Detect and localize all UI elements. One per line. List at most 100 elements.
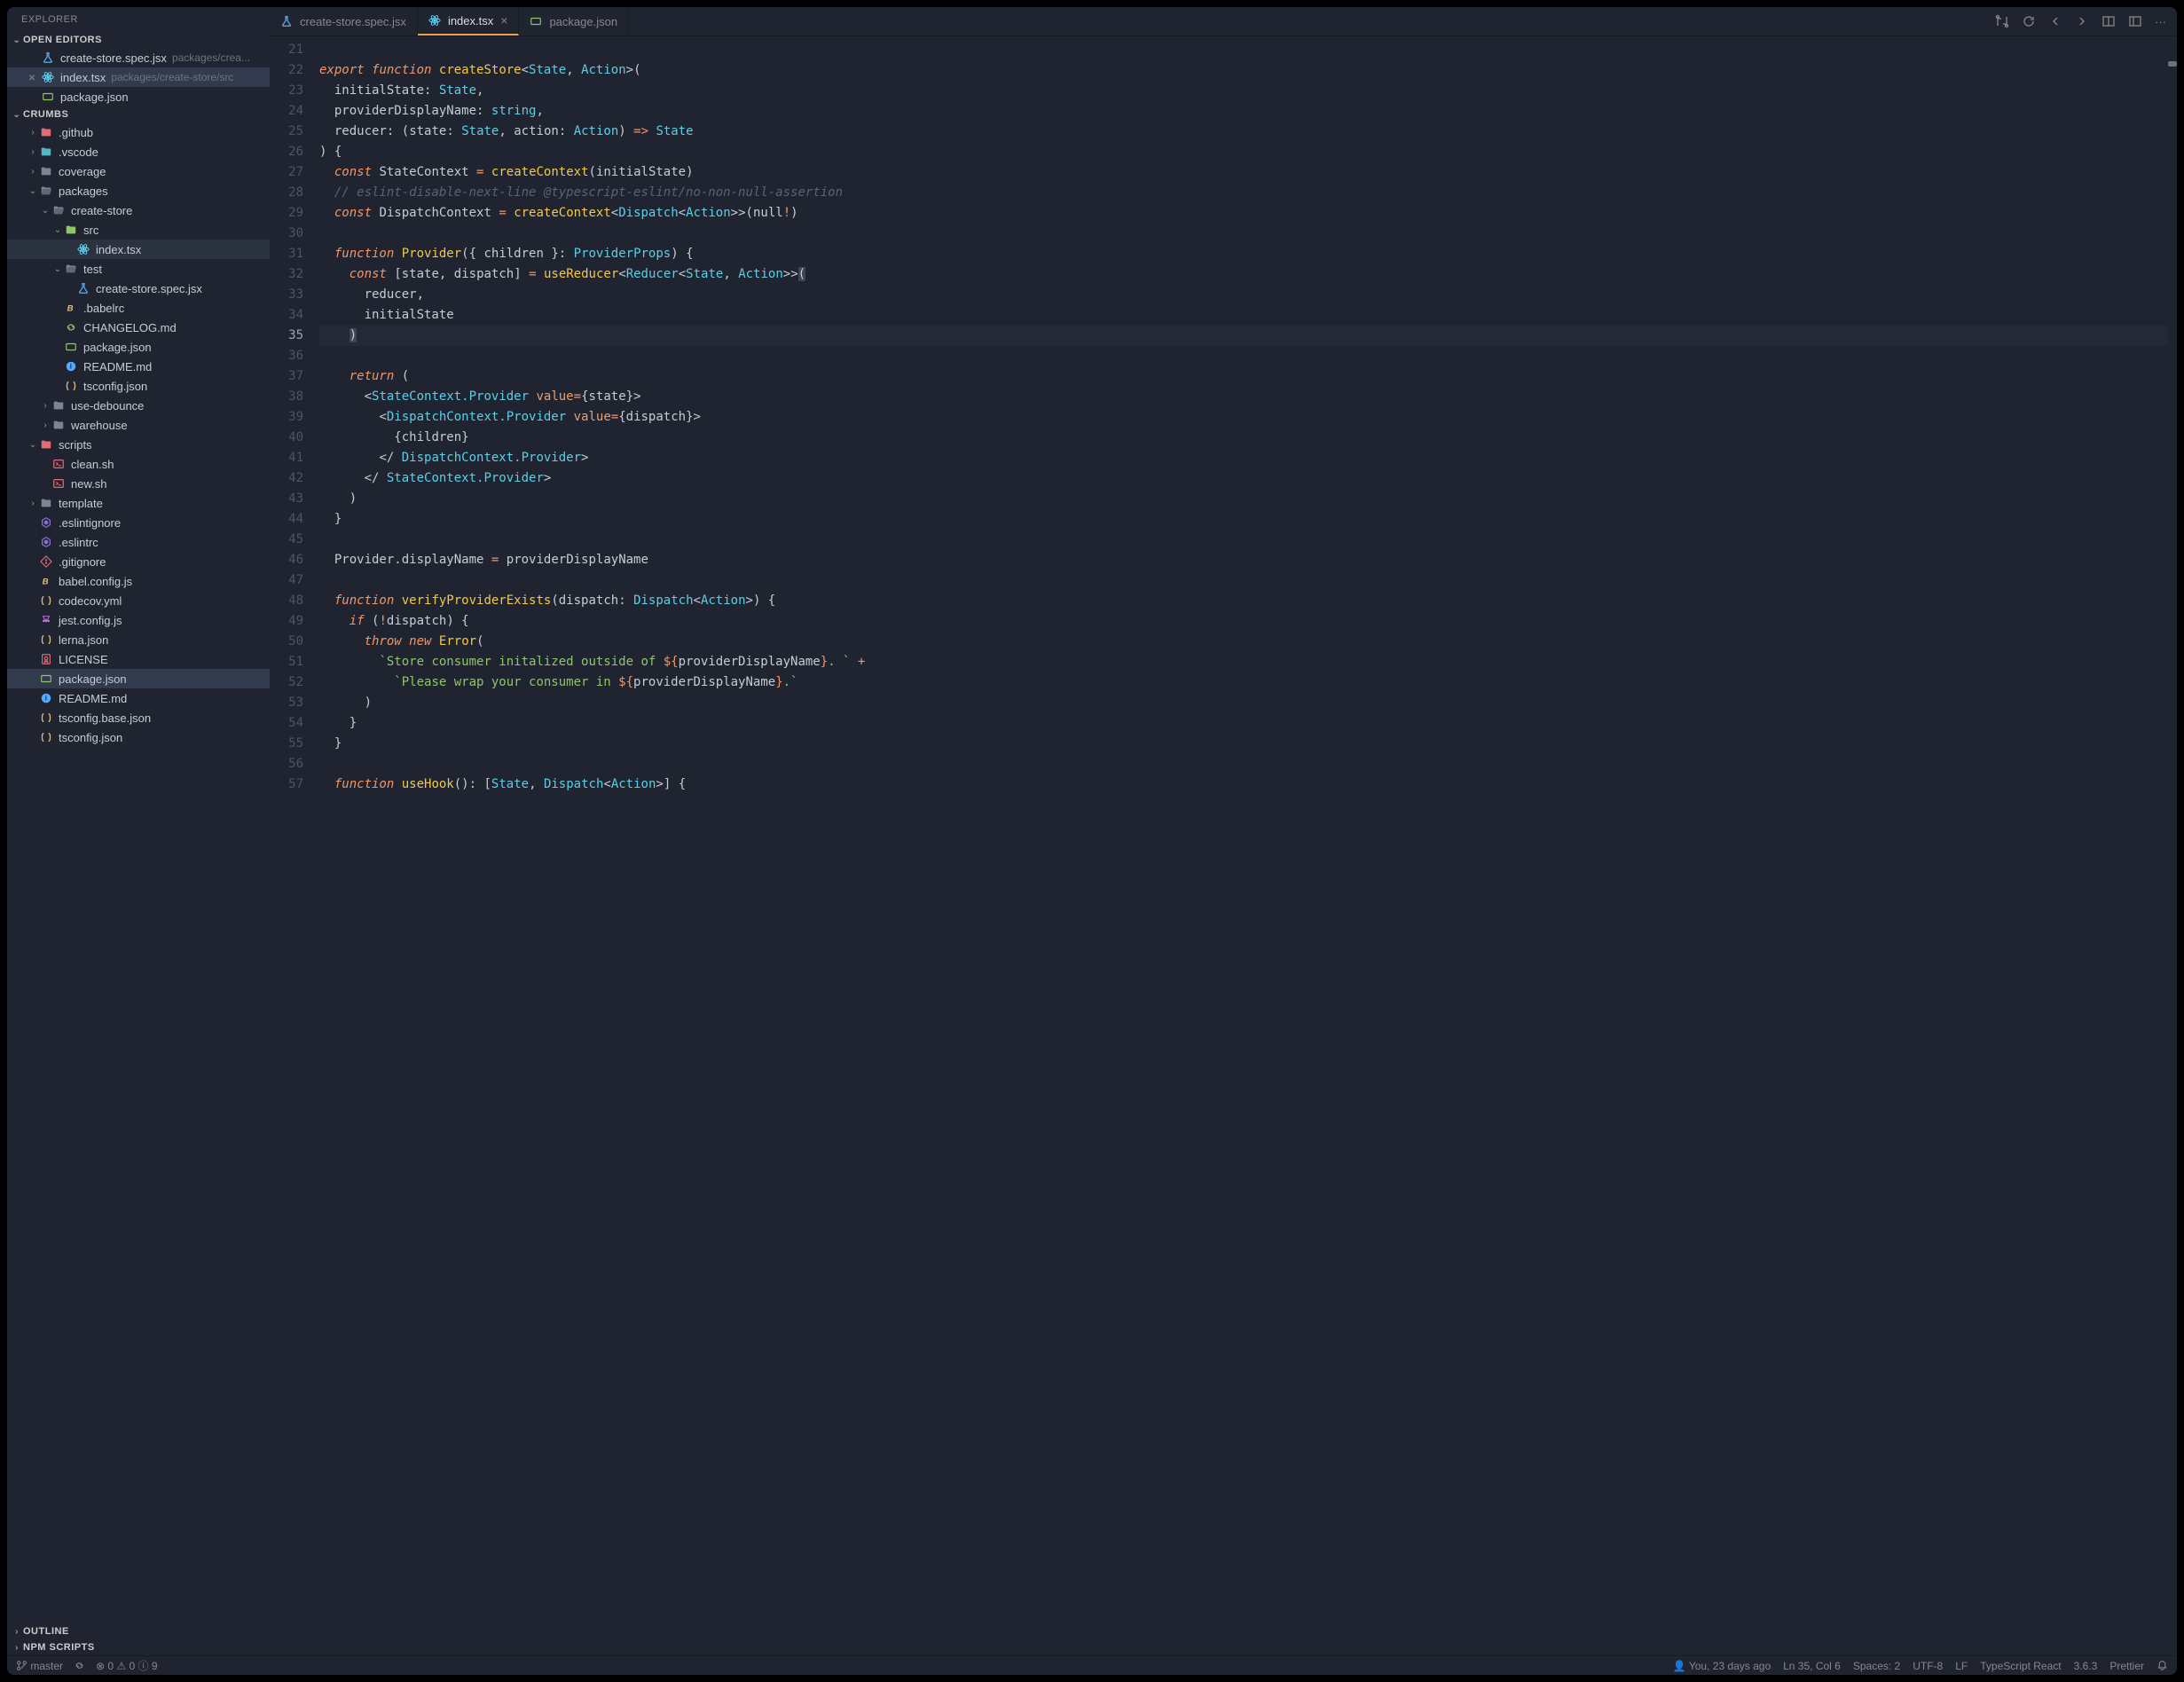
code-line[interactable]: export function createStore<State, Actio… [319, 60, 2168, 81]
tree-item[interactable]: clean.sh [7, 454, 270, 474]
code-line[interactable]: initialState: State, [319, 81, 2168, 101]
code-line[interactable] [319, 754, 2168, 774]
code-line[interactable]: const StateContext = createContext(initi… [319, 162, 2168, 183]
code-line[interactable]: } [319, 713, 2168, 734]
tree-item[interactable]: package.json [7, 669, 270, 688]
tree-item[interactable]: codecov.yml [7, 591, 270, 610]
editor-tab[interactable]: package.json [519, 7, 629, 35]
layout-icon[interactable] [2128, 14, 2142, 28]
code-line[interactable] [319, 570, 2168, 591]
prev-change-icon[interactable] [2048, 14, 2062, 28]
prettier-status[interactable]: Prettier [2109, 1660, 2144, 1672]
close-icon[interactable]: × [25, 70, 39, 84]
code-line[interactable] [319, 346, 2168, 366]
sync-status[interactable] [74, 1660, 85, 1672]
tree-item[interactable]: package.json [7, 337, 270, 357]
code-line[interactable]: reducer, [319, 285, 2168, 305]
code-line[interactable]: ) [319, 693, 2168, 713]
compare-icon[interactable] [1995, 14, 2009, 28]
code-line[interactable]: return ( [319, 366, 2168, 387]
minimap-thumb[interactable] [2168, 61, 2177, 67]
code-line[interactable]: // eslint-disable-next-line @typescript-… [319, 183, 2168, 203]
code-line[interactable]: function verifyProviderExists(dispatch: … [319, 591, 2168, 611]
branch-status[interactable]: master [16, 1660, 63, 1672]
tree-item[interactable]: .gitignore [7, 552, 270, 571]
code-line[interactable]: const [state, dispatch] = useReducer<Red… [319, 264, 2168, 285]
refresh-icon[interactable] [2022, 14, 2036, 28]
code-line[interactable]: `Please wrap your consumer in ${provider… [319, 672, 2168, 693]
open-editors-section[interactable]: ⌄ OPEN EDITORS [7, 32, 270, 48]
code-content[interactable]: export function createStore<State, Actio… [319, 36, 2168, 1655]
bell-icon[interactable] [2157, 1660, 2168, 1671]
more-icon[interactable]: ··· [2155, 15, 2166, 28]
tree-item[interactable]: tsconfig.json [7, 376, 270, 396]
tree-item[interactable]: .eslintrc [7, 532, 270, 552]
editor-tab[interactable]: create-store.spec.jsx [270, 7, 418, 35]
tree-item[interactable]: ⌄src [7, 220, 270, 240]
next-change-icon[interactable] [2075, 14, 2089, 28]
code-line[interactable]: reducer: (state: State, action: Action) … [319, 122, 2168, 142]
open-editor-item[interactable]: create-store.spec.jsxpackages/crea... [7, 48, 270, 67]
tree-item[interactable]: ⌄test [7, 259, 270, 279]
tree-item[interactable]: B.babelrc [7, 298, 270, 318]
workspace-section[interactable]: ⌄ CRUMBS [7, 106, 270, 122]
tree-item[interactable]: iREADME.md [7, 357, 270, 376]
code-line[interactable]: </ StateContext.Provider> [319, 468, 2168, 489]
tree-item[interactable]: tsconfig.base.json [7, 708, 270, 727]
tree-item[interactable]: ›coverage [7, 161, 270, 181]
tree-item[interactable]: ›template [7, 493, 270, 513]
tree-item[interactable]: Bbabel.config.js [7, 571, 270, 591]
tree-item[interactable]: ›use-debounce [7, 396, 270, 415]
tree-item[interactable]: create-store.spec.jsx [7, 279, 270, 298]
problems-status[interactable]: ⊗ 0 ⚠ 0 ⓘ 9 [96, 1658, 158, 1673]
tree-item[interactable]: iREADME.md [7, 688, 270, 708]
code-line[interactable]: <StateContext.Provider value={state}> [319, 387, 2168, 407]
tree-item[interactable]: LICENSE [7, 649, 270, 669]
code-line[interactable]: <DispatchContext.Provider value={dispatc… [319, 407, 2168, 428]
code-line[interactable]: initialState [319, 305, 2168, 326]
code-line[interactable] [319, 40, 2168, 60]
cursor-status[interactable]: Ln 35, Col 6 [1783, 1660, 1841, 1672]
code-line[interactable]: } [319, 734, 2168, 754]
npm-scripts-section[interactable]: › NPM SCRIPTS [7, 1639, 270, 1655]
tree-item[interactable]: lerna.json [7, 630, 270, 649]
tree-item[interactable]: ⌄scripts [7, 435, 270, 454]
ts-version-status[interactable]: 3.6.3 [2074, 1660, 2098, 1672]
code-line[interactable]: Provider.displayName = providerDisplayNa… [319, 550, 2168, 570]
code-line[interactable]: throw new Error( [319, 632, 2168, 652]
code-line[interactable] [319, 224, 2168, 244]
tree-item[interactable]: jest.config.js [7, 610, 270, 630]
tree-item[interactable]: ›.github [7, 122, 270, 142]
encoding-status[interactable]: UTF-8 [1913, 1660, 1943, 1672]
close-icon[interactable]: × [500, 13, 507, 28]
tree-item[interactable]: ⌄packages [7, 181, 270, 200]
tree-item[interactable]: index.tsx [7, 240, 270, 259]
code-line[interactable]: const DispatchContext = createContext<Di… [319, 203, 2168, 224]
code-line[interactable]: ) [319, 489, 2168, 509]
tree-item[interactable]: .eslintignore [7, 513, 270, 532]
tree-item[interactable]: ›.vscode [7, 142, 270, 161]
code-line[interactable]: ) [319, 326, 2168, 346]
blame-status[interactable]: 👤 You, 23 days ago [1673, 1660, 1771, 1672]
code-line[interactable]: ) { [319, 142, 2168, 162]
language-status[interactable]: TypeScript React [1980, 1660, 2061, 1672]
tree-item[interactable]: ›warehouse [7, 415, 270, 435]
code-line[interactable]: function Provider({ children }: Provider… [319, 244, 2168, 264]
code-line[interactable]: providerDisplayName: string, [319, 101, 2168, 122]
eol-status[interactable]: LF [1955, 1660, 1968, 1672]
tree-item[interactable]: CHANGELOG.md [7, 318, 270, 337]
code-line[interactable]: `Store consumer initalized outside of ${… [319, 652, 2168, 672]
open-editor-item[interactable]: ×index.tsxpackages/create-store/src [7, 67, 270, 87]
tree-item[interactable]: new.sh [7, 474, 270, 493]
code-line[interactable]: if (!dispatch) { [319, 611, 2168, 632]
code-line[interactable]: {children} [319, 428, 2168, 448]
outline-section[interactable]: › OUTLINE [7, 1623, 270, 1639]
code-line[interactable]: </ DispatchContext.Provider> [319, 448, 2168, 468]
code-line[interactable]: function useHook(): [State, Dispatch<Act… [319, 774, 2168, 795]
tree-item[interactable]: tsconfig.json [7, 727, 270, 747]
code-line[interactable]: } [319, 509, 2168, 530]
open-editor-item[interactable]: package.json [7, 87, 270, 106]
code-line[interactable] [319, 530, 2168, 550]
tree-item[interactable]: ⌄create-store [7, 200, 270, 220]
minimap[interactable] [2168, 36, 2177, 1655]
